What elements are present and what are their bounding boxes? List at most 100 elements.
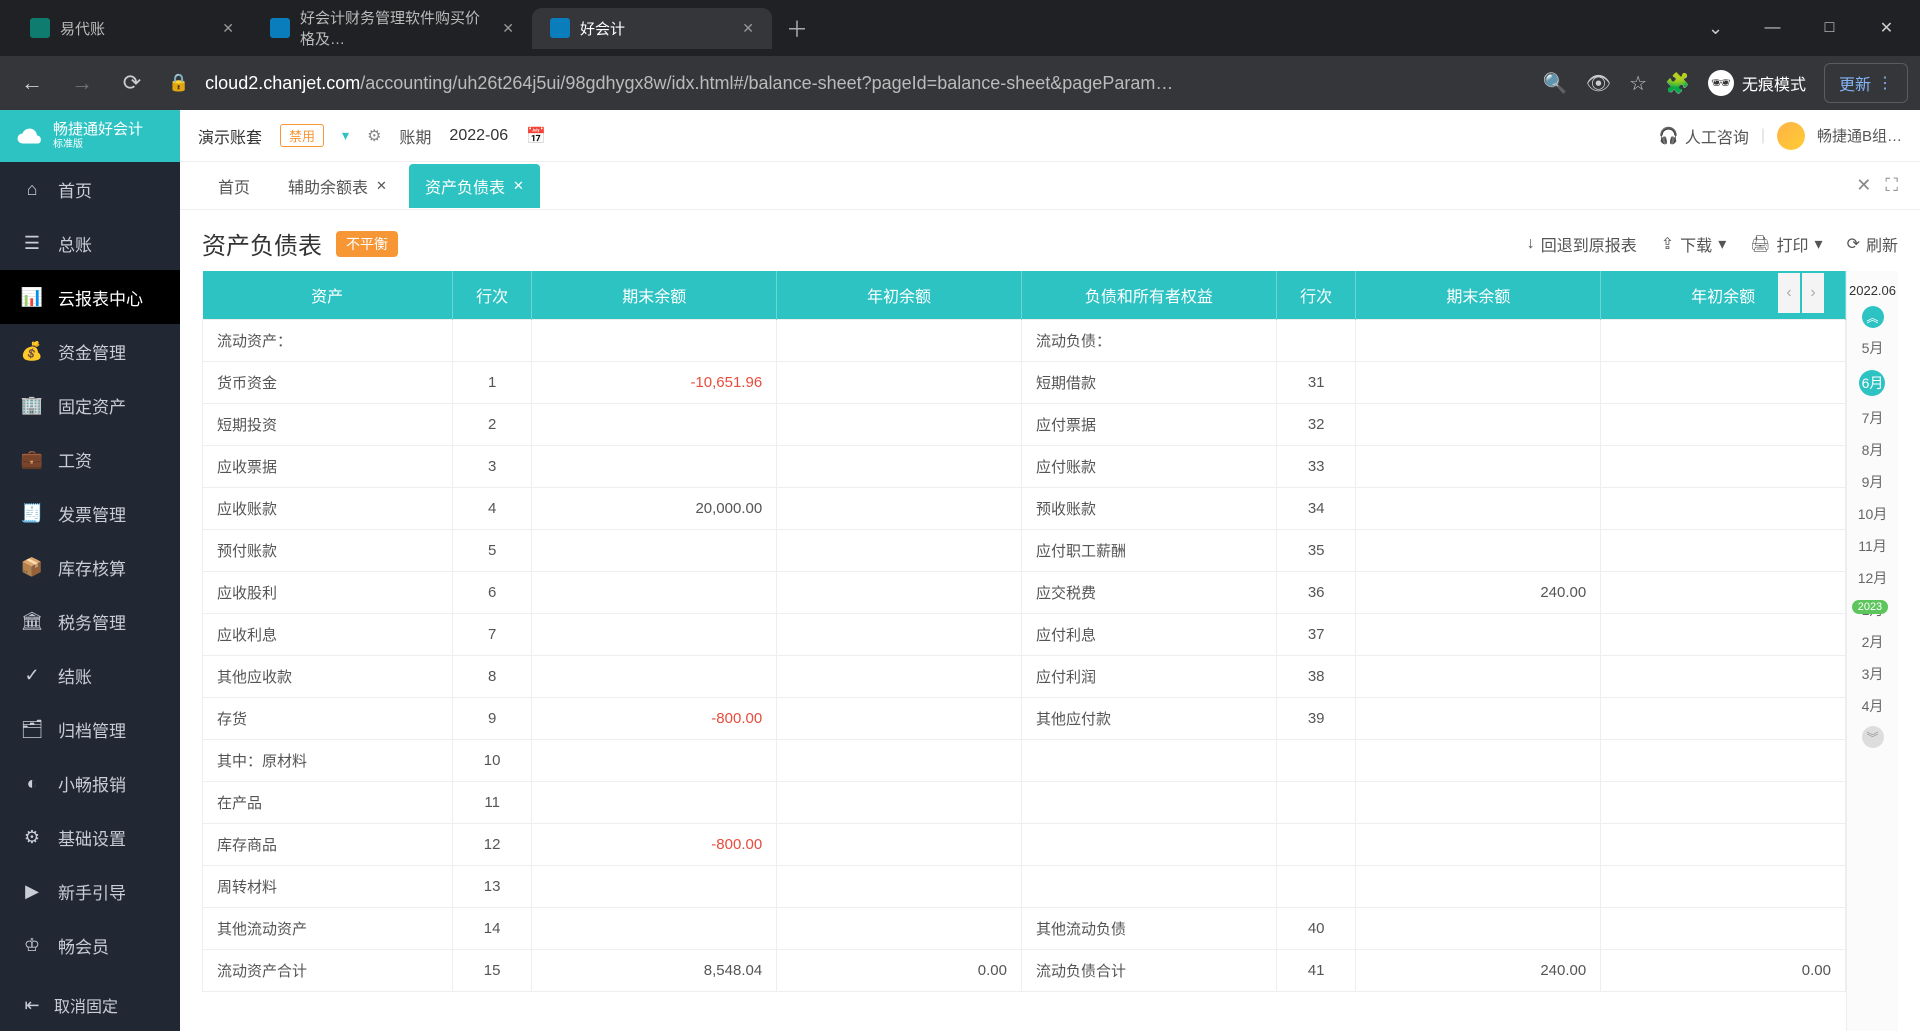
cell-liab[interactable] (1021, 740, 1276, 782)
cell-beginbal[interactable] (777, 614, 1022, 656)
rollback-button[interactable]: ↓回退到原报表 (1527, 232, 1637, 256)
sidebar-item-7[interactable]: 📦库存核算 (0, 540, 180, 594)
sidebar-item-14[interactable]: ♔畅会员 (0, 918, 180, 972)
cell-beginbal2[interactable] (1601, 362, 1846, 404)
rail-month-4月[interactable]: 4月 (1858, 690, 1888, 722)
cell-asset[interactable]: 预付账款 (203, 530, 453, 572)
cell-beginbal2[interactable] (1601, 530, 1846, 572)
cell-beginbal[interactable] (777, 446, 1022, 488)
refresh-button[interactable]: ⟳刷新 (1847, 232, 1898, 256)
cell-endbal2[interactable] (1356, 782, 1601, 824)
cell-beginbal[interactable] (777, 908, 1022, 950)
sidebar-item-6[interactable]: 🧾发票管理 (0, 486, 180, 540)
update-button[interactable]: 更新⋮ (1824, 63, 1908, 103)
sidebar-item-12[interactable]: ⚙基础设置 (0, 810, 180, 864)
rail-month-11月[interactable]: 11月 (1858, 530, 1888, 562)
zoom-icon[interactable]: 🔍 (1543, 71, 1568, 96)
rail-month-3月[interactable]: 3月 (1858, 658, 1888, 690)
cell-liab[interactable]: 其他流动负债 (1021, 908, 1276, 950)
cell-asset[interactable]: 应收股利 (203, 572, 453, 614)
cell-beginbal2[interactable] (1601, 656, 1846, 698)
cell-asset[interactable]: 周转材料 (203, 866, 453, 908)
cell-asset[interactable]: 存货 (203, 698, 453, 740)
calendar-icon[interactable]: 📅 (526, 126, 546, 146)
close-window-button[interactable]: ✕ (1859, 8, 1914, 48)
cell-endbal2[interactable] (1356, 614, 1601, 656)
close-icon[interactable]: ✕ (513, 178, 524, 194)
cell-liab[interactable]: 预收账款 (1021, 488, 1276, 530)
cell-liab[interactable]: 应交税费 (1021, 572, 1276, 614)
scroll-left-button[interactable]: ‹ (1778, 273, 1800, 313)
cell-beginbal2[interactable] (1601, 908, 1846, 950)
sidebar-item-5[interactable]: 💼工资 (0, 432, 180, 486)
sidebar-item-13[interactable]: ▶新手引导 (0, 864, 180, 918)
cell-asset[interactable]: 应收利息 (203, 614, 453, 656)
sidebar-item-8[interactable]: 🏛税务管理 (0, 594, 180, 648)
cell-endbal[interactable] (532, 656, 777, 698)
cell-liab[interactable] (1021, 782, 1276, 824)
rail-month-9月[interactable]: 9月 (1858, 466, 1888, 498)
browser-tab-2[interactable]: 好会计 ✕ (532, 8, 772, 49)
cell-endbal2[interactable] (1356, 824, 1601, 866)
cell-endbal2[interactable] (1356, 362, 1601, 404)
cell-liab[interactable]: 应付账款 (1021, 446, 1276, 488)
cell-endbal2[interactable] (1356, 320, 1601, 362)
cell-endbal2[interactable] (1356, 656, 1601, 698)
cell-beginbal[interactable] (777, 866, 1022, 908)
extension-icon[interactable]: 🧩 (1665, 71, 1690, 96)
cell-beginbal2[interactable] (1601, 740, 1846, 782)
cell-liab[interactable]: 短期借款 (1021, 362, 1276, 404)
cell-beginbal[interactable] (777, 362, 1022, 404)
close-icon[interactable]: ✕ (742, 20, 754, 37)
rail-month-2月[interactable]: 2月 (1858, 626, 1888, 658)
rail-month-12月[interactable]: 12月 (1858, 562, 1888, 594)
cell-endbal[interactable]: -10,651.96 (532, 362, 777, 404)
cell-liab[interactable]: 其他应付款 (1021, 698, 1276, 740)
cell-asset[interactable]: 流动资产合计 (203, 950, 453, 992)
sidebar-item-1[interactable]: ☰总账 (0, 216, 180, 270)
cell-asset[interactable]: 流动资产： (203, 320, 453, 362)
cell-beginbal[interactable] (777, 698, 1022, 740)
sidebar-item-2[interactable]: 📊云报表中心 (0, 270, 180, 324)
cell-beginbal[interactable] (777, 656, 1022, 698)
scroll-right-button[interactable]: › (1802, 273, 1824, 313)
browser-tab-1[interactable]: 好会计财务管理软件购买价格及… ✕ (252, 0, 532, 59)
url-input[interactable]: cloud2.chanjet.com/accounting/uh26t264j5… (205, 73, 1533, 94)
fullscreen-icon[interactable]: ⛶ (1885, 175, 1898, 196)
cell-beginbal2[interactable] (1601, 698, 1846, 740)
cell-asset[interactable]: 其他应收款 (203, 656, 453, 698)
cell-endbal[interactable] (532, 740, 777, 782)
new-tab-button[interactable]: ＋ (772, 2, 822, 54)
tab-balance-sheet[interactable]: 资产负债表✕ (409, 164, 540, 208)
close-icon[interactable]: ✕ (502, 20, 514, 37)
cell-endbal[interactable]: 8,548.04 (532, 950, 777, 992)
cell-beginbal2[interactable] (1601, 572, 1846, 614)
cell-endbal[interactable]: -800.00 (532, 698, 777, 740)
rail-month-6月[interactable]: 6月 (1858, 364, 1888, 402)
maximize-button[interactable]: □ (1802, 8, 1857, 48)
cell-asset[interactable]: 应收账款 (203, 488, 453, 530)
cell-endbal2[interactable] (1356, 740, 1601, 782)
cell-beginbal2[interactable] (1601, 404, 1846, 446)
user-name[interactable]: 畅捷通B组… (1817, 125, 1902, 146)
rail-scroll-up[interactable]: ︽ (1862, 306, 1884, 328)
cell-endbal[interactable] (532, 866, 777, 908)
cell-beginbal[interactable] (777, 320, 1022, 362)
cell-beginbal2[interactable] (1601, 782, 1846, 824)
cell-asset[interactable]: 货币资金 (203, 362, 453, 404)
cell-endbal[interactable]: 20,000.00 (532, 488, 777, 530)
sidebar-collapse[interactable]: ⇤ 取消固定 (0, 979, 180, 1031)
cell-liab[interactable]: 应付利息 (1021, 614, 1276, 656)
sidebar-item-9[interactable]: ✓结账 (0, 648, 180, 702)
close-all-icon[interactable]: ✕ (1856, 175, 1871, 196)
browser-tab-0[interactable]: 易代账 ✕ (12, 8, 252, 49)
cell-liab[interactable]: 应付利润 (1021, 656, 1276, 698)
cell-beginbal[interactable] (777, 404, 1022, 446)
rail-scroll-down[interactable]: ︾ (1862, 726, 1884, 748)
cell-endbal[interactable] (532, 908, 777, 950)
cell-endbal[interactable] (532, 572, 777, 614)
cell-beginbal[interactable] (777, 488, 1022, 530)
gear-icon[interactable]: ⚙ (367, 126, 381, 146)
cell-beginbal[interactable]: 0.00 (777, 950, 1022, 992)
cell-liab[interactable] (1021, 866, 1276, 908)
